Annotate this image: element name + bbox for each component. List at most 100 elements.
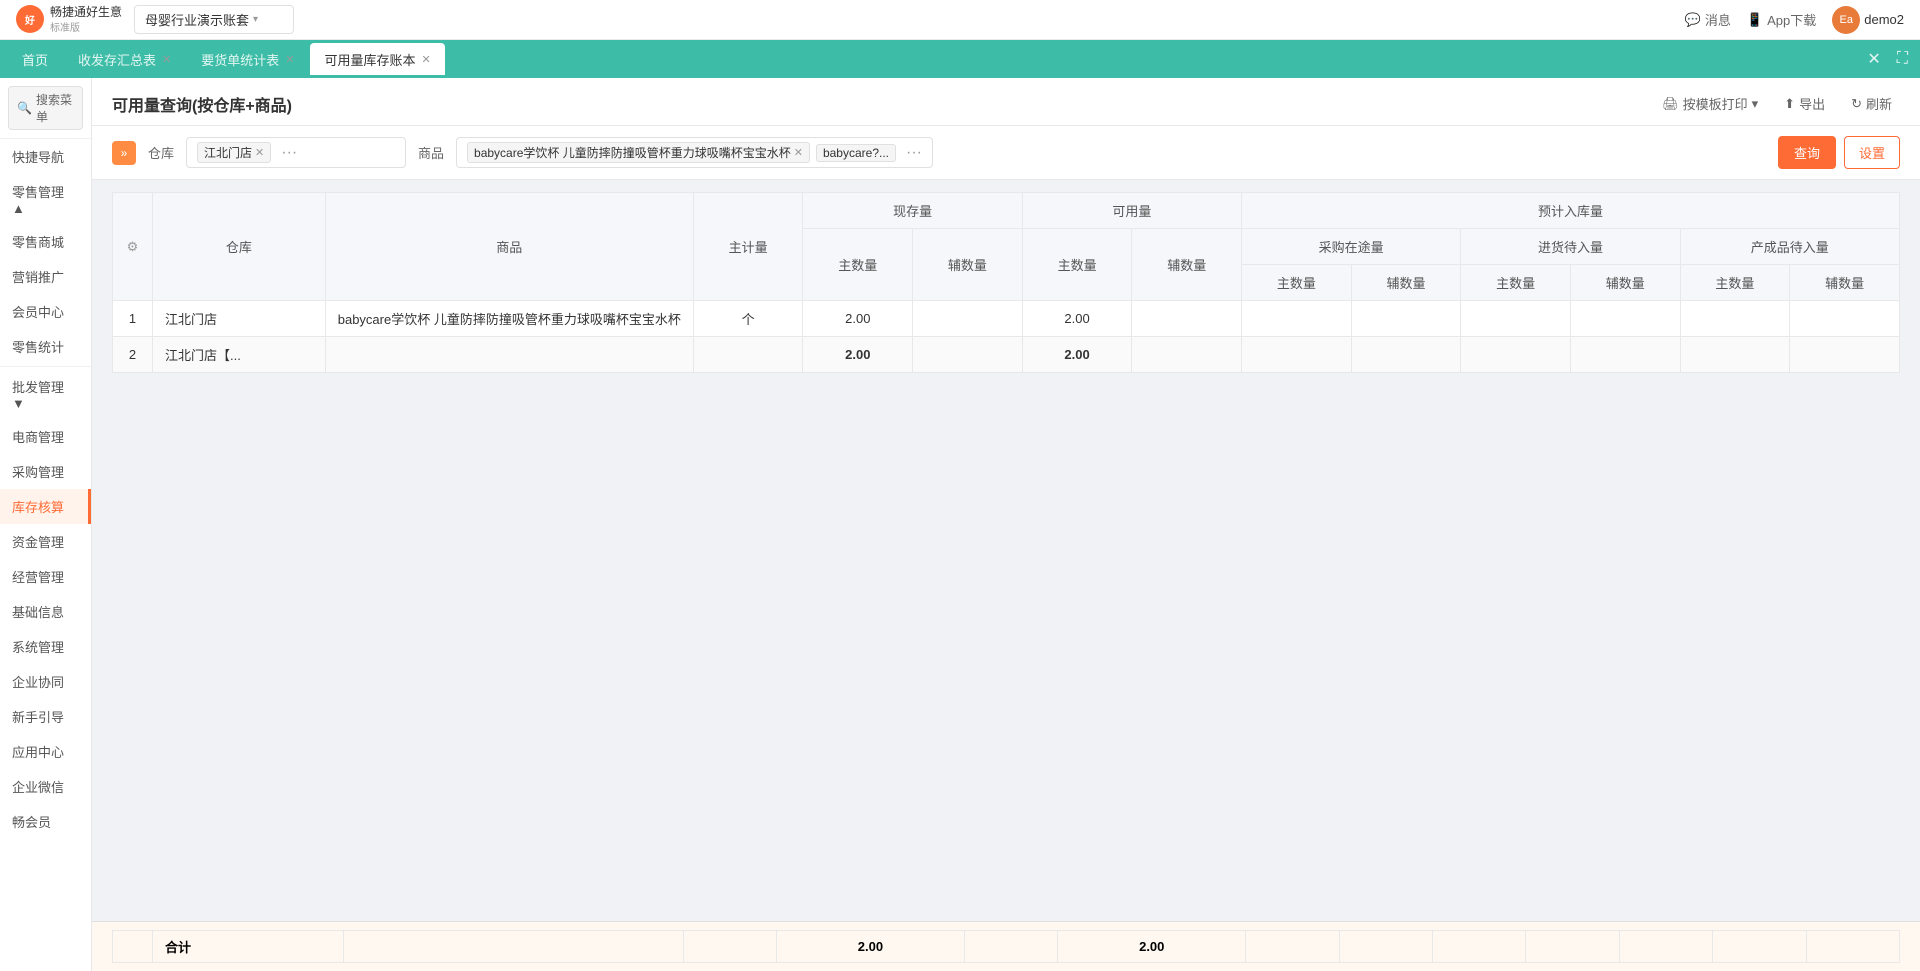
settings-header[interactable]: ⚙: [113, 193, 153, 301]
sidebar-search-box[interactable]: 🔍 搜索菜单: [8, 86, 83, 130]
sidebar-item-member[interactable]: 会员中心: [0, 294, 91, 329]
row-index: 2: [113, 337, 153, 373]
query-button[interactable]: 查询: [1778, 136, 1836, 169]
tab-order-stats-close[interactable]: ✕: [285, 53, 294, 66]
product-filter[interactable]: babycare学饮杯 儿童防摔防撞吸管杯重力球吸嘴杯宝宝水杯 ✕ babyca…: [456, 137, 933, 168]
settings-button[interactable]: 设置: [1844, 136, 1900, 169]
export-btn[interactable]: ⬆ 导出: [1776, 90, 1833, 117]
incoming-aux-header: 辅数量: [1570, 265, 1680, 301]
sidebar-item-retail-mgmt[interactable]: 零售管理 ▲: [0, 174, 91, 224]
total-available-main: 2.00: [1058, 931, 1246, 963]
tab-order-stats-label: 要货单统计表: [201, 50, 279, 69]
sidebar-item-quick-nav[interactable]: 快捷导航: [0, 139, 91, 174]
tab-receive-send-close[interactable]: ✕: [162, 53, 171, 66]
sidebar-item-label: 经营管理: [12, 570, 64, 585]
tab-home[interactable]: 首页: [8, 43, 62, 75]
refresh-label: 刷新: [1866, 94, 1892, 113]
footer-table: 合计 2.00 2.00: [112, 930, 1900, 963]
app-download-btn[interactable]: 📱 App下载: [1747, 10, 1816, 29]
sidebar-item-basic-info[interactable]: 基础信息: [0, 594, 91, 629]
industry-name: 母婴行业演示账套: [145, 10, 249, 29]
available-aux-qty-header: 辅数量: [1132, 229, 1242, 301]
sidebar-item-marketing[interactable]: 营销推广: [0, 259, 91, 294]
row-ip-aux: [1570, 337, 1680, 373]
export-label: 导出: [1799, 94, 1825, 113]
product-tag-1-close[interactable]: ✕: [794, 146, 803, 159]
sidebar-item-purchase[interactable]: 采购管理: [0, 454, 91, 489]
incoming-main-header: 主数量: [1461, 265, 1571, 301]
sidebar-item-app-center[interactable]: 应用中心: [0, 734, 91, 769]
purchased-transit-aux-header: 辅数量: [1351, 265, 1461, 301]
sidebar-item-enterprise-wechat[interactable]: 企业微信: [0, 769, 91, 804]
sidebar-item-label: 系统管理: [12, 640, 64, 655]
page-header: 可用量查询(按仓库+商品) 🖨 按模板打印 ▾ ⬆ 导出 ↻ 刷新: [92, 78, 1920, 126]
chevron-icon: ▼: [12, 396, 25, 411]
refresh-btn[interactable]: ↻ 刷新: [1843, 90, 1900, 117]
row-available-main: 2.00: [1022, 337, 1132, 373]
sidebar-item-retail-stats[interactable]: 零售统计: [0, 329, 91, 364]
refresh-icon: ↻: [1851, 96, 1862, 112]
sidebar-item-new-guide[interactable]: 新手引导: [0, 699, 91, 734]
sidebar-item-ecommerce[interactable]: 电商管理: [0, 419, 91, 454]
gear-icon[interactable]: ⚙: [127, 239, 139, 254]
row-available-aux: [1132, 337, 1242, 373]
warehouse-header: 仓库: [153, 193, 326, 301]
warehouse-tag-close[interactable]: ✕: [255, 146, 264, 159]
sidebar: 🔍 搜索菜单 快捷导航 零售管理 ▲ 零售商城 营销推广 会员中心 零售统计 批…: [0, 78, 92, 971]
row-ip-aux: [1570, 301, 1680, 337]
row-pt-main: [1242, 337, 1352, 373]
avatar: Ea: [1832, 6, 1860, 34]
sidebar-item-vip[interactable]: 畅会员: [0, 804, 91, 839]
incoming-pending-header: 进货待入量: [1461, 229, 1680, 265]
sidebar-item-retail-mall[interactable]: 零售商城: [0, 224, 91, 259]
top-bar-right: 💬 消息 📱 App下载 Ea demo2: [1685, 6, 1904, 34]
main-unit-header: 主计量: [693, 193, 803, 301]
product-more-icon[interactable]: ···: [906, 144, 922, 162]
filter-actions: 查询 设置: [1778, 136, 1900, 169]
tab-available-stock-close[interactable]: ✕: [422, 53, 431, 66]
industry-selector[interactable]: 母婴行业演示账套 ▾: [134, 5, 294, 34]
product-header: 商品: [325, 193, 693, 301]
toggle-icon: »: [121, 146, 128, 160]
user-area[interactable]: Ea demo2: [1832, 6, 1904, 34]
production-main-header: 主数量: [1680, 265, 1790, 301]
expand-icon[interactable]: ⛶: [1893, 46, 1912, 72]
template-print-btn[interactable]: 🖨 按模板打印 ▾: [1654, 90, 1766, 117]
tab-order-stats[interactable]: 要货单统计表 ✕: [187, 43, 308, 75]
export-icon: ⬆: [1784, 96, 1795, 112]
sidebar-item-label: 零售统计: [12, 340, 64, 355]
sidebar-item-label: 零售商城: [12, 235, 64, 250]
sidebar-item-sys-mgmt[interactable]: 系统管理: [0, 629, 91, 664]
page-title: 可用量查询(按仓库+商品): [112, 92, 292, 116]
message-btn[interactable]: 💬 消息: [1685, 10, 1731, 29]
row-index: 1: [113, 301, 153, 337]
row-product: babycare学饮杯 儿童防摔防撞吸管杯重力球吸嘴杯宝宝水杯: [325, 301, 693, 337]
row-pp-main: [1680, 337, 1790, 373]
sidebar-item-finance[interactable]: 资金管理: [0, 524, 91, 559]
sidebar-item-label: 快捷导航: [12, 150, 64, 165]
table-container[interactable]: ⚙ 仓库 商品 主计量 现存量 可用量 预计入库量 主数量 辅数量 主数量 辅数…: [92, 180, 1920, 921]
row-product: [325, 337, 693, 373]
row-unit: 个: [693, 301, 803, 337]
product-tag-1-value: babycare学饮杯 儿童防摔防撞吸管杯重力球吸嘴杯宝宝水杯: [474, 144, 791, 161]
sidebar-item-inventory[interactable]: 库存核算: [0, 489, 91, 524]
tab-available-stock[interactable]: 可用量库存账本 ✕: [310, 43, 444, 75]
product-tag-1: babycare学饮杯 儿童防摔防撞吸管杯重力球吸嘴杯宝宝水杯 ✕: [467, 142, 810, 163]
sidebar-item-label: 库存核算: [12, 500, 64, 515]
row-available-main: 2.00: [1022, 301, 1132, 337]
tab-receive-send[interactable]: 收发存汇总表 ✕: [64, 43, 185, 75]
filter-toggle-btn[interactable]: »: [112, 141, 136, 165]
warehouse-filter[interactable]: 江北门店 ✕ ···: [186, 137, 406, 168]
total-label: 合计: [153, 931, 344, 963]
sidebar-search-label: 搜索菜单: [36, 91, 74, 125]
data-table: ⚙ 仓库 商品 主计量 现存量 可用量 预计入库量 主数量 辅数量 主数量 辅数…: [112, 192, 1900, 373]
sidebar-item-label: 企业微信: [12, 780, 64, 795]
sidebar-item-batch-mgmt[interactable]: 批发管理 ▼: [0, 369, 91, 419]
close-all-tabs-icon[interactable]: ✕: [1863, 45, 1884, 73]
page-actions: 🖨 按模板打印 ▾ ⬆ 导出 ↻ 刷新: [1654, 90, 1900, 117]
sidebar-item-biz-mgmt[interactable]: 经营管理: [0, 559, 91, 594]
logo-icon: 好: [16, 5, 44, 33]
top-bar-left: 好 畅捷通好生意 标准版 母婴行业演示账套 ▾: [16, 5, 294, 34]
sidebar-item-collab[interactable]: 企业协同: [0, 664, 91, 699]
warehouse-more-icon[interactable]: ···: [281, 144, 297, 162]
